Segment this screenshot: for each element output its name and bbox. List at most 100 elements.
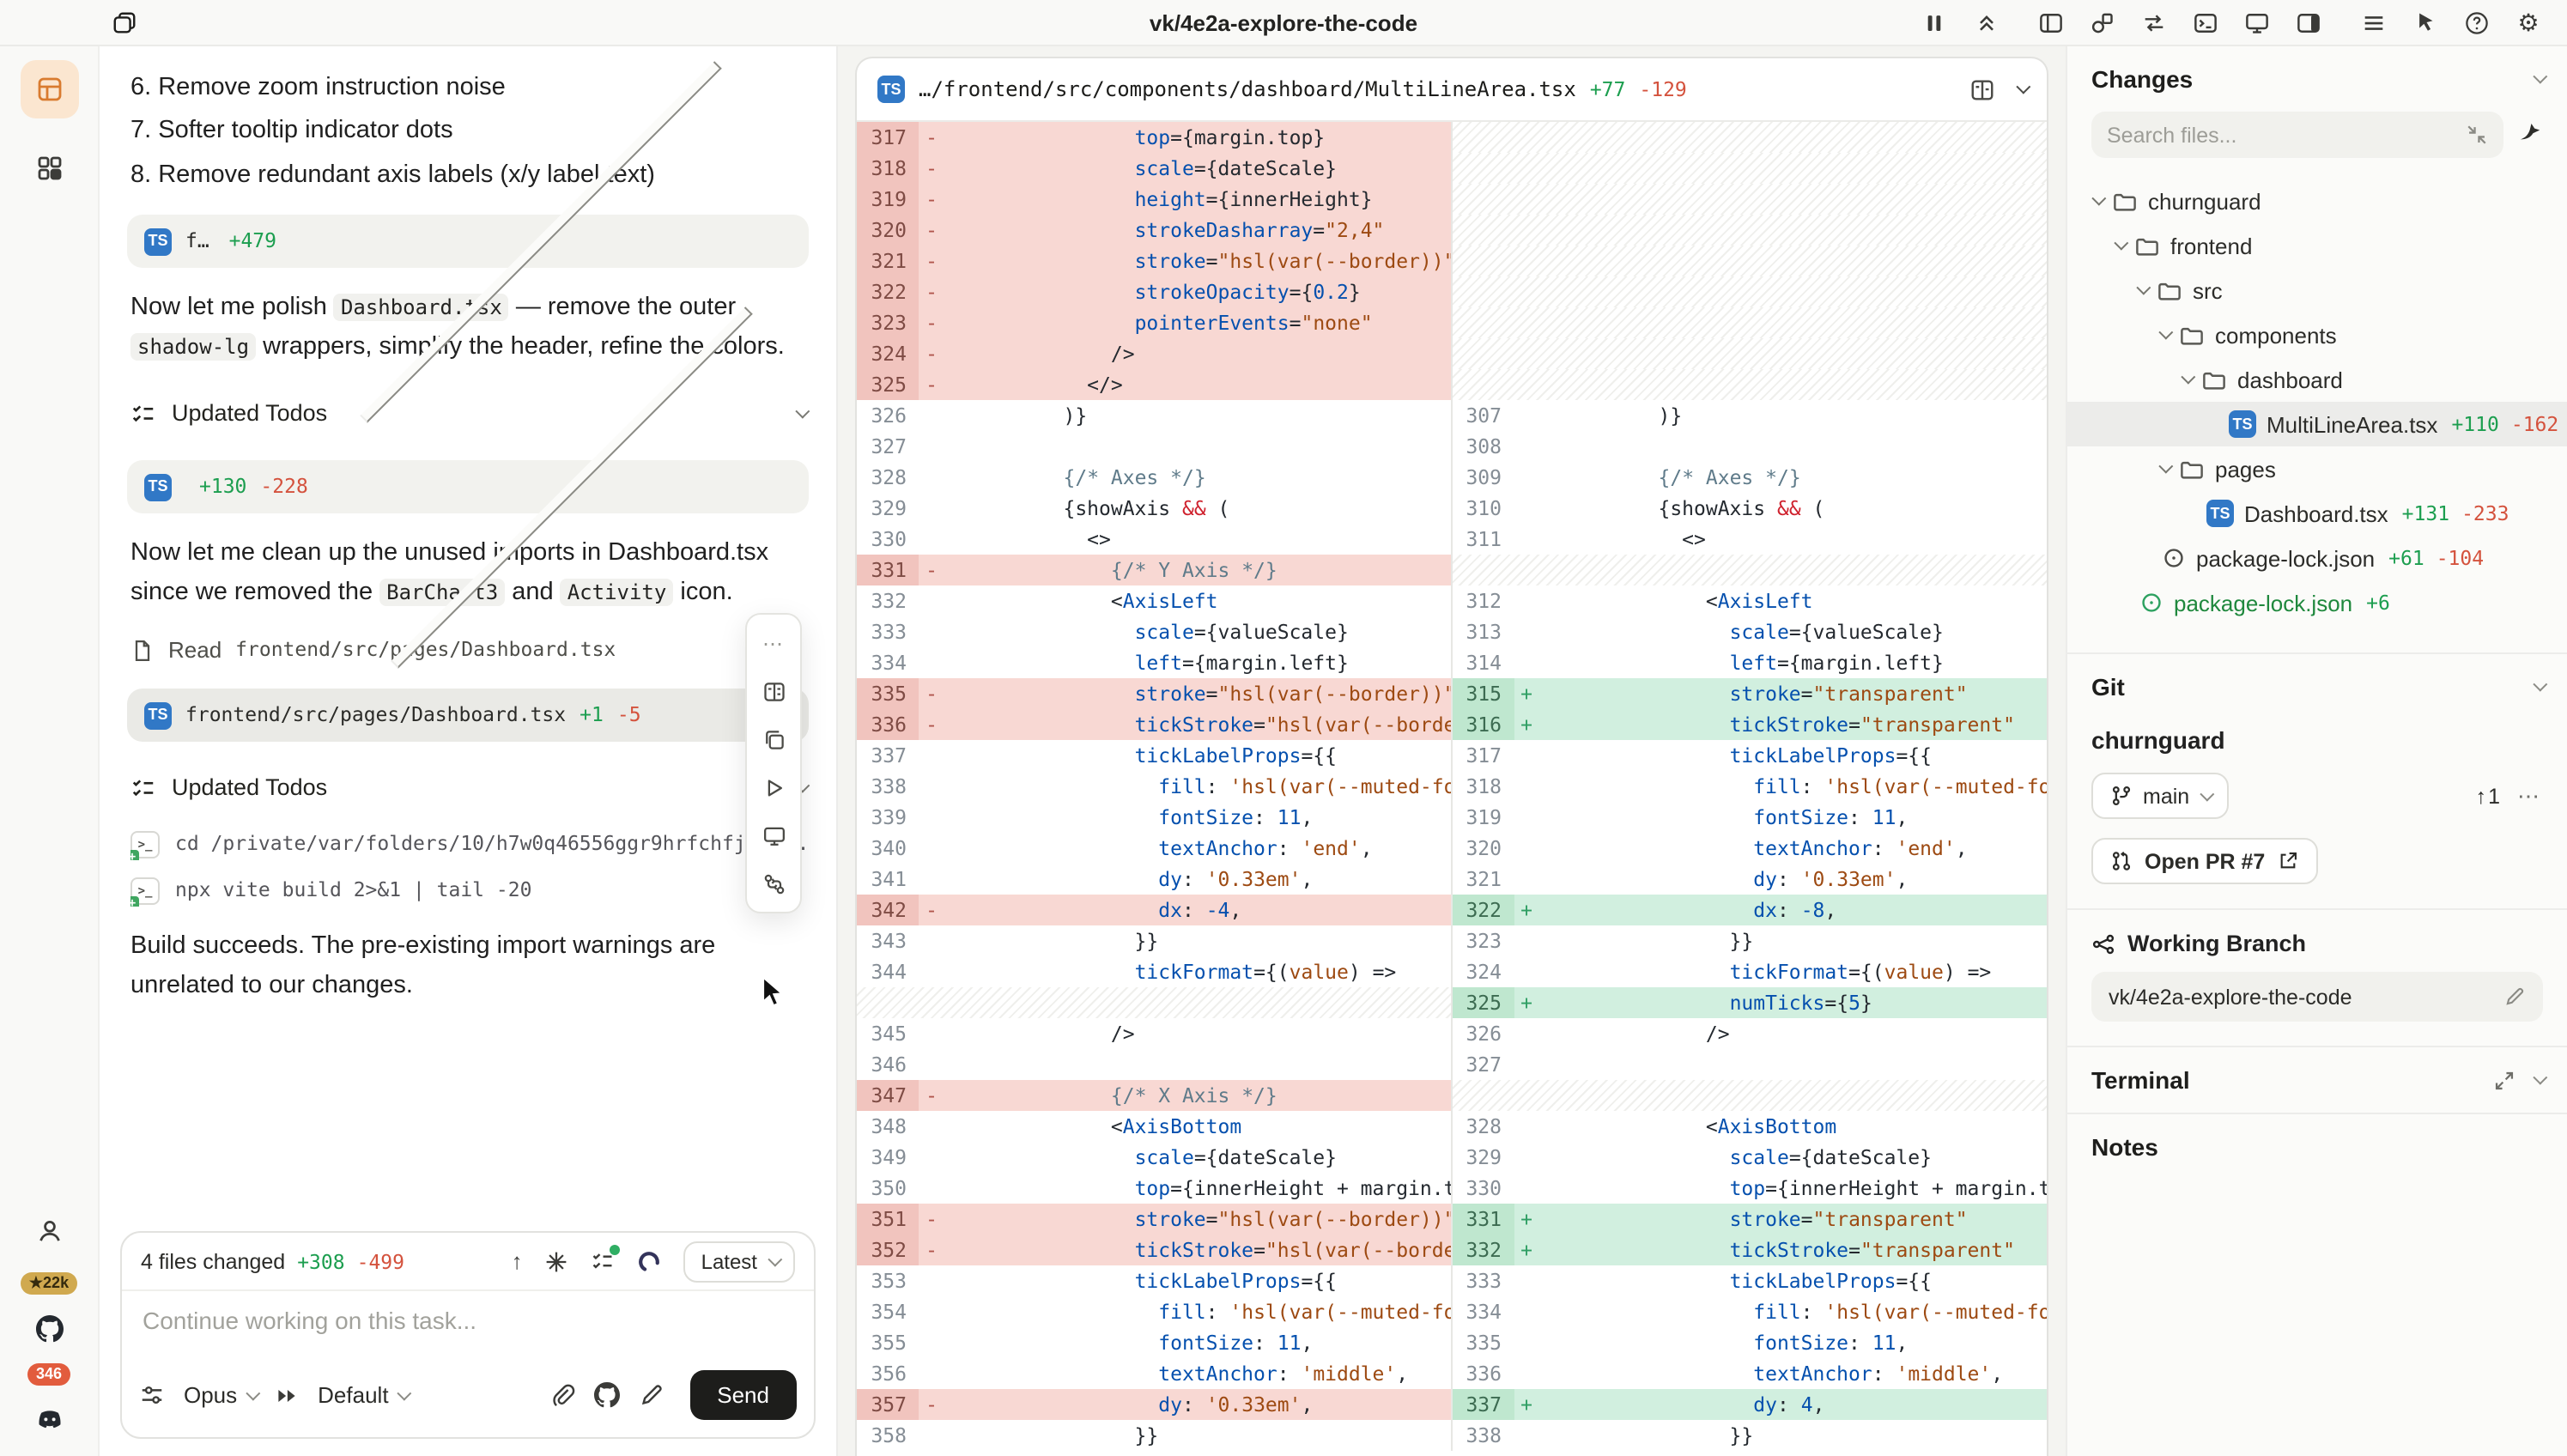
commits-ahead[interactable]: ↑ 1: [2476, 784, 2500, 808]
git-label: Git: [2091, 673, 2125, 701]
changes-summary-bar[interactable]: 4 files changed +308 -499 ↑ Latest: [122, 1233, 814, 1291]
todo-summary-list: 6. Remove zoom instruction noise7. Softe…: [127, 69, 809, 195]
diff-view-icon[interactable]: [751, 670, 796, 713]
git-more-icon[interactable]: ⋯: [2514, 782, 2543, 810]
copy-icon[interactable]: [751, 718, 796, 761]
menu-icon[interactable]: [2359, 8, 2388, 37]
pointer-icon[interactable]: [2411, 8, 2440, 37]
message-input[interactable]: [122, 1291, 814, 1360]
git-compare-icon[interactable]: [2139, 8, 2169, 37]
diff-row: 356 textAnchor: 'middle',336 textAnchor:…: [857, 1358, 2047, 1389]
terminal-commands: >_+cd /private/var/folders/10/h7w0q46556…: [127, 830, 809, 907]
tree-row-dashboard[interactable]: dashboard: [2067, 357, 2567, 402]
diff-row: 330 <>311 <>: [857, 524, 2047, 555]
package-lock-icon: [2139, 591, 2163, 615]
sparkle-icon[interactable]: [545, 1249, 569, 1273]
diff-row: 328 {/* Axes */}309 {/* Axes */}: [857, 462, 2047, 493]
diff-row: 333 scale={valueScale}313 scale={valueSc…: [857, 616, 2047, 647]
panel-left-icon[interactable]: [2036, 8, 2066, 37]
bird-icon[interactable]: [2517, 118, 2543, 152]
todos-status-icon[interactable]: [592, 1249, 616, 1273]
github-icon[interactable]: [593, 1382, 619, 1408]
mode-label: Default: [318, 1382, 388, 1408]
collapse-chevrons-icon[interactable]: [1971, 8, 2000, 37]
diff-row: 337 tickLabelProps={{317 tickLabelProps=…: [857, 740, 2047, 771]
fast-forward-icon[interactable]: [275, 1383, 299, 1407]
expand-icon[interactable]: [2493, 1069, 2515, 1091]
changes-section-header[interactable]: Changes: [2067, 46, 2567, 112]
chevron-down-icon[interactable]: [2533, 1071, 2547, 1085]
monitor-icon[interactable]: [751, 814, 796, 857]
tree-row-multilinearea-tsx[interactable]: TSMultiLineArea.tsx+110-162: [2067, 402, 2567, 446]
workspace-strip: ★22k 346: [0, 46, 100, 1456]
terminal-command-row[interactable]: >_+npx vite build 2>&1 | tail -20: [130, 876, 805, 907]
latest-dropdown[interactable]: Latest: [684, 1241, 795, 1282]
folder-icon: [2201, 367, 2227, 392]
git-section-header[interactable]: Git: [2067, 654, 2567, 719]
panel-right-icon[interactable]: [2294, 8, 2323, 37]
github-logo-icon[interactable]: [20, 1307, 78, 1351]
todos-label: Updated Todos: [172, 397, 327, 433]
split-view-icon[interactable]: [1969, 76, 1995, 102]
diff-file-path: …/frontend/src/components/dashboard/Mult…: [919, 77, 1576, 101]
collapse-tree-icon[interactable]: [2466, 124, 2488, 146]
tree-row-src[interactable]: src: [2067, 268, 2567, 312]
search-input[interactable]: [2107, 123, 2466, 147]
diff-body[interactable]: 317- top={margin.top}318- scale={dateSca…: [857, 122, 2047, 1456]
terminal-section-header[interactable]: Terminal: [2067, 1047, 2567, 1113]
tree-row-components[interactable]: components: [2067, 312, 2567, 357]
gear-icon[interactable]: ⚙: [2514, 8, 2543, 37]
folder-icon: [2157, 277, 2182, 303]
typescript-icon: TS: [144, 474, 172, 501]
boards-icon[interactable]: [20, 139, 78, 197]
pen-icon[interactable]: [638, 1382, 664, 1408]
attachment-icon[interactable]: [549, 1382, 574, 1408]
pause-icon[interactable]: [1920, 8, 1949, 37]
chat-scroll-area[interactable]: 6. Remove zoom instruction noise7. Softe…: [100, 46, 836, 1217]
mode-dropdown[interactable]: Default: [318, 1382, 407, 1408]
tree-row-frontend[interactable]: frontend: [2067, 223, 2567, 268]
send-button[interactable]: Send: [689, 1370, 797, 1420]
diff-row: 343 }}323 }}: [857, 925, 2047, 956]
branch-selector[interactable]: main: [2091, 773, 2229, 819]
workspace-icon-active[interactable]: [20, 60, 78, 118]
open-pr-button[interactable]: Open PR #7: [2091, 838, 2318, 884]
terminal-command-row[interactable]: >_+cd /private/var/folders/10/h7w0q46556…: [130, 830, 805, 861]
tabs-icon[interactable]: [110, 8, 139, 37]
tree-row-package-lock-json[interactable]: package-lock.json+61-104: [2067, 536, 2567, 580]
more-options-icon[interactable]: ⋯: [751, 622, 796, 664]
run-icon[interactable]: [751, 766, 796, 809]
shapes-icon[interactable]: [2088, 8, 2117, 37]
read-file-row[interactable]: Read frontend/src/pages/Dashboard.tsx: [130, 634, 805, 669]
chevron-down-icon[interactable]: [2016, 80, 2030, 94]
tree-row-dashboard-tsx[interactable]: TSDashboard.tsx+131-233: [2067, 491, 2567, 536]
updated-todos-row[interactable]: Updated Todos: [130, 763, 805, 815]
help-icon[interactable]: [2462, 8, 2491, 37]
file-change-chip[interactable]: TS frontend/src/pages/Dashboard.tsx +130…: [127, 461, 809, 514]
model-dropdown[interactable]: Opus: [184, 1382, 256, 1408]
notes-section-header[interactable]: Notes: [2067, 1114, 2567, 1180]
tree-row-pages[interactable]: pages: [2067, 446, 2567, 491]
file-change-chip-selected[interactable]: TS frontend/src/pages/Dashboard.tsx +1 -…: [127, 689, 809, 743]
updated-todos-row[interactable]: Updated Todos: [130, 389, 805, 440]
diff-row: 341 dy: '0.33em',321 dy: '0.33em',: [857, 864, 2047, 895]
diff-row: 322- strokeOpacity={0.2}: [857, 276, 2047, 307]
terminal-icon[interactable]: [2191, 8, 2220, 37]
display-icon[interactable]: [2242, 8, 2272, 37]
push-up-icon[interactable]: ↑: [512, 1248, 523, 1274]
git-compare-icon[interactable]: [751, 862, 796, 905]
diff-row: 324- />: [857, 338, 2047, 369]
tree-row-package-lock-json[interactable]: package-lock.json+6: [2067, 580, 2567, 625]
discord-logo-icon[interactable]: [20, 1398, 78, 1442]
settings-sliders-icon[interactable]: [139, 1382, 165, 1408]
tree-row-churnguard[interactable]: churnguard: [2067, 179, 2567, 223]
read-label: Read: [168, 634, 222, 669]
file-change-chip[interactable]: TS frontend/src/components/dashboard/Mul…: [127, 215, 809, 269]
person-icon[interactable]: [20, 1202, 78, 1260]
diff-row: 349 scale={dateScale}329 scale={dateScal…: [857, 1142, 2047, 1173]
chat-panel: 6. Remove zoom instruction noise7. Softe…: [100, 46, 838, 1456]
diff-row: 351- stroke="hsl(var(--border))"331+ str…: [857, 1204, 2047, 1235]
working-branch-field[interactable]: vk/4e2a-explore-the-code: [2091, 972, 2543, 1022]
pencil-icon[interactable]: [2503, 986, 2526, 1008]
todo-list-item: 7. Softer tooltip indicator dots: [130, 112, 805, 151]
